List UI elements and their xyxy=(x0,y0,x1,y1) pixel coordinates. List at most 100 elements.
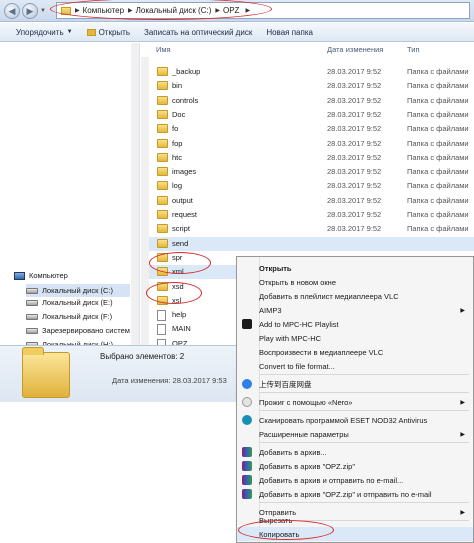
menu-item-open[interactable]: Открыть xyxy=(237,261,473,275)
tree-item-computer[interactable]: Компьютер xyxy=(14,271,68,280)
file-date: 28.03.2017 9:52 xyxy=(327,95,382,105)
folder-icon xyxy=(157,167,168,177)
menu-item-advanced[interactable]: Расширенные параметры ▶ xyxy=(237,427,473,441)
file-date: 28.03.2017 9:52 xyxy=(327,109,382,119)
menu-item-eset[interactable]: Сканировать программой ESET NOD32 Antivi… xyxy=(237,413,473,427)
breadcrumb-label: Локальный диск (C:) xyxy=(135,6,212,15)
menu-separator xyxy=(259,374,469,375)
menu-item-vlc-playlist[interactable]: Добавить в плейлист медиаплеера VLC xyxy=(237,289,473,303)
breadcrumb-label: OPZ xyxy=(223,6,240,15)
history-dropdown-icon[interactable]: ▼ xyxy=(40,8,46,14)
chevron-down-icon: ▼ xyxy=(66,29,73,35)
menu-item-archive-email[interactable]: Добавить в архив и отправить по e-mail..… xyxy=(237,473,473,487)
tree-item-label: Зарезервировано систем xyxy=(42,326,130,335)
open-label: Открыть xyxy=(98,27,130,37)
file-row[interactable]: request 28.03.2017 9:52 Папка с файлами xyxy=(141,208,474,222)
file-row[interactable]: send xyxy=(141,236,474,251)
file-row[interactable]: log 28.03.2017 9:52 Папка с файлами xyxy=(141,179,474,193)
menu-item-convert[interactable]: Convert to file format... xyxy=(237,359,473,373)
breadcrumb-drive-c[interactable]: ▶ Локальный диск (C:) xyxy=(128,6,211,15)
column-header-type[interactable]: Тип xyxy=(407,45,420,54)
new-folder-button[interactable]: Новая папка xyxy=(266,28,313,37)
menu-label: Копировать xyxy=(259,529,300,539)
file-type: Папка с файлами xyxy=(407,181,469,191)
organize-label: Упорядочить xyxy=(16,27,64,37)
file-name: spr xyxy=(172,252,183,262)
folder-large-icon xyxy=(22,347,70,398)
menu-item-mpc-play[interactable]: Play with MPC-HC xyxy=(237,331,473,345)
column-header-name[interactable]: Имя xyxy=(156,45,171,54)
drive-icon xyxy=(26,299,38,306)
burn-button[interactable]: Записать на оптический диск xyxy=(144,28,252,37)
file-row[interactable]: bin 28.03.2017 9:52 Папка с файлами xyxy=(141,79,474,93)
back-button[interactable]: ◀ xyxy=(4,3,20,19)
menu-label: Расширенные параметры xyxy=(259,429,349,439)
forward-button[interactable]: ▶ xyxy=(22,3,38,19)
tree-item-label: Локальный диск (F:) xyxy=(42,312,113,321)
organize-button[interactable]: Упорядочить ▼ xyxy=(16,28,73,37)
folder-icon xyxy=(157,238,168,248)
menu-label: 上传到百度网盘 xyxy=(259,379,312,389)
tree-item-reserved[interactable]: Зарезервировано систем xyxy=(26,326,130,335)
folder-icon xyxy=(157,81,168,91)
menu-item-add-zip[interactable]: Добавить в архив "OPZ.zip" xyxy=(237,459,473,473)
breadcrumb-computer[interactable]: ▶ Компьютер xyxy=(75,6,124,15)
menu-item-zip-email[interactable]: Добавить в архив "OPZ.zip" и отправить п… xyxy=(237,487,473,501)
file-row[interactable]: images 28.03.2017 9:52 Папка с файлами xyxy=(141,165,474,179)
address-area: ◀ ▶ ▼ ▶ Компьютер ▶ Локальный диск (C:) ▶ O… xyxy=(0,0,474,22)
tree-item-drive-f[interactable]: Локальный диск (F:) xyxy=(26,312,112,321)
breadcrumb-opz[interactable]: ▶ OPZ ▶ xyxy=(215,6,250,15)
nav-scrollbar[interactable] xyxy=(131,43,139,345)
file-row[interactable]: script 28.03.2017 9:52 Папка с файлами xyxy=(141,222,474,236)
file-type: Папка с файлами xyxy=(407,210,469,219)
drive-icon xyxy=(26,287,38,294)
file-row[interactable]: fo 28.03.2017 9:52 Папка с файлами xyxy=(141,122,474,136)
file-row[interactable]: controls 28.03.2017 9:52 Папка с файлами xyxy=(141,94,474,108)
file-row[interactable]: output 28.03.2017 9:52 Папка с файлами xyxy=(141,194,474,208)
navigation-pane: Компьютер Локальный диск (C:) Локальный … xyxy=(0,43,140,349)
menu-item-add-archive[interactable]: Добавить в архив... xyxy=(237,445,473,459)
file-type: Папка с файлами xyxy=(407,67,469,76)
list-scrollbar[interactable] xyxy=(141,57,149,345)
file-date: 28.03.2017 9:52 xyxy=(327,152,382,162)
menu-item-baidu[interactable]: 上传到百度网盘 xyxy=(237,377,473,391)
file-type: Папка с файлами xyxy=(407,109,469,119)
tree-item-label: Локальный диск (C:) xyxy=(42,286,113,295)
open-button[interactable]: Открыть xyxy=(86,27,130,37)
menu-label: Play with MPC-HC xyxy=(259,333,322,343)
submenu-arrow-icon: ▶ xyxy=(460,431,465,438)
menu-item-mpc-playlist[interactable]: Add to MPC-HC Playlist xyxy=(237,317,473,331)
menu-item-open-new-window[interactable]: Открыть в новом окне xyxy=(237,275,473,289)
folder-icon xyxy=(157,195,168,205)
folder-icon xyxy=(157,152,168,162)
file-date: 28.03.2017 9:52 xyxy=(327,224,382,234)
file-row[interactable]: htc 28.03.2017 9:52 Папка с файлами xyxy=(141,151,474,165)
drive-icon xyxy=(26,313,38,320)
menu-label: Открыть в новом окне xyxy=(259,277,336,287)
folder-icon xyxy=(157,281,168,291)
address-bar[interactable]: ▶ Компьютер ▶ Локальный диск (C:) ▶ OPZ ▶ xyxy=(56,2,470,19)
tree-item-drive-e[interactable]: Локальный диск (E:) xyxy=(26,298,113,307)
file-row[interactable]: Doc 28.03.2017 9:52 Папка с файлами xyxy=(141,108,474,122)
menu-item-nero[interactable]: Прожиг с помощью «Nero» ▶ xyxy=(237,395,473,409)
file-date: 28.03.2017 9:52 xyxy=(327,210,382,219)
file-row[interactable]: _backup 28.03.2017 9:52 Папка с файлами xyxy=(141,65,474,79)
file-type: Папка с файлами xyxy=(407,95,469,105)
column-header-date[interactable]: Дата изменения xyxy=(327,45,383,54)
chevron-right-icon: ▶ xyxy=(128,8,133,14)
tree-item-drive-c[interactable]: Локальный диск (C:) xyxy=(26,284,130,297)
menu-item-copy[interactable]: Копировать xyxy=(237,527,473,541)
submenu-arrow-icon: ▶ xyxy=(460,399,465,406)
file-row[interactable]: fop 28.03.2017 9:52 Папка с файлами xyxy=(141,137,474,151)
menu-item-vlc-play[interactable]: Воспроизвести в медиаплеере VLC xyxy=(237,345,473,359)
file-name: send xyxy=(172,238,189,248)
file-name: xml xyxy=(172,267,184,277)
file-name: log xyxy=(172,181,183,191)
folder-icon xyxy=(157,267,168,277)
menu-item-cut[interactable]: Вырезать xyxy=(237,513,473,527)
column-headers: Имя Дата изменения Тип xyxy=(141,43,474,57)
menu-label: Открыть xyxy=(259,263,292,273)
file-name: output xyxy=(172,195,193,205)
menu-item-aimp[interactable]: AIMP3 ▶ xyxy=(237,303,473,317)
file-type: Папка с файлами xyxy=(407,224,469,234)
